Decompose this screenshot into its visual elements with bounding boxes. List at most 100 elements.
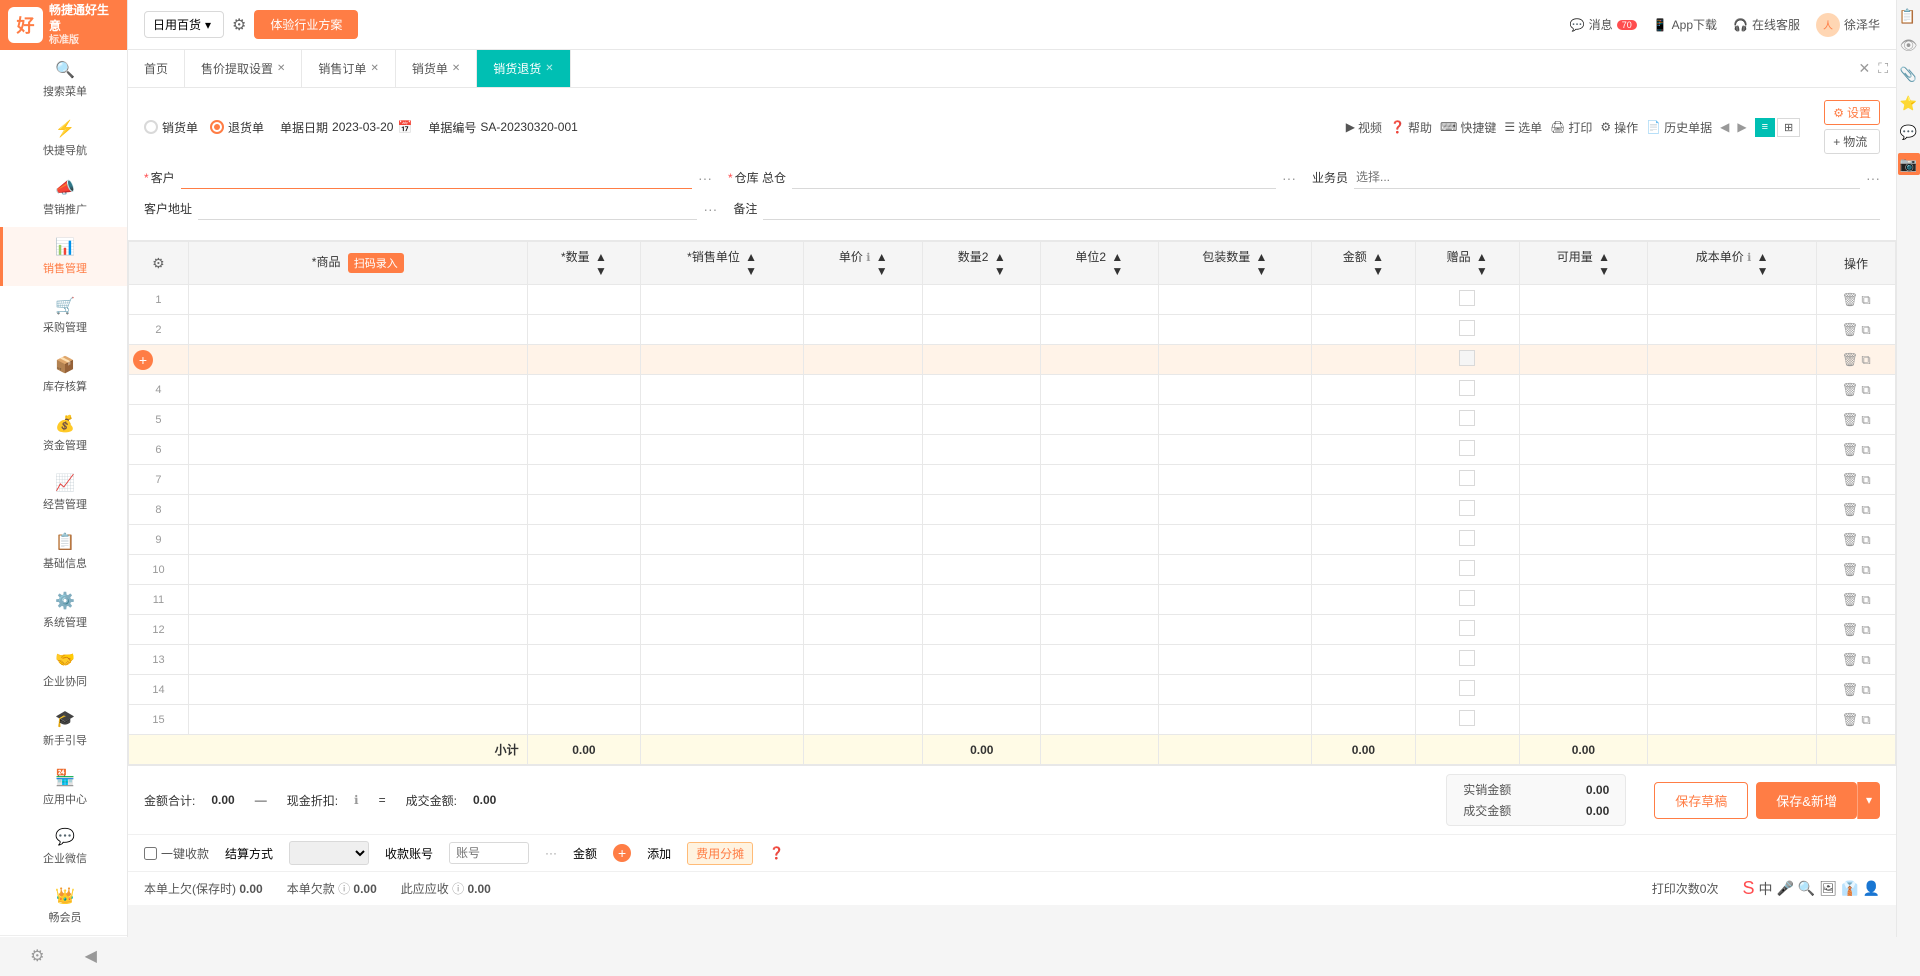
row-gift-cell[interactable] (1415, 405, 1519, 435)
row-unit-price-cell[interactable] (804, 705, 923, 735)
row-pack-qty-cell[interactable] (1158, 315, 1311, 345)
row-pack-qty-cell[interactable] (1158, 495, 1311, 525)
row-qty-cell[interactable] (527, 615, 640, 645)
staff-more-icon[interactable]: ··· (1866, 170, 1880, 186)
delete-row-icon[interactable]: 🗑 (1841, 292, 1858, 307)
row-unit2-cell[interactable] (1041, 285, 1159, 315)
row-product-cell[interactable] (188, 315, 527, 345)
row-unit-price-cell[interactable] (804, 315, 923, 345)
row-available-cell[interactable] (1519, 465, 1648, 495)
row-product-cell[interactable] (188, 405, 527, 435)
row-sales-unit-cell[interactable] (641, 525, 804, 555)
row-available-cell[interactable] (1519, 345, 1648, 375)
row-cost-price-cell[interactable] (1648, 435, 1817, 465)
save-draft-button[interactable]: 保存草稿 (1654, 782, 1748, 819)
row-gift-cell[interactable] (1415, 345, 1519, 375)
row-amount-cell[interactable] (1312, 435, 1416, 465)
tab-sales-bill[interactable]: 销货单 ✕ (396, 50, 477, 87)
row-qty2-cell[interactable] (923, 465, 1041, 495)
row-gift-cell[interactable] (1415, 375, 1519, 405)
unit-price-info-icon[interactable]: ℹ (866, 252, 870, 264)
one-click-collect-checkbox[interactable] (144, 847, 157, 860)
row-product-cell[interactable] (188, 645, 527, 675)
row-cost-price-cell[interactable] (1648, 525, 1817, 555)
sidebar-item-system[interactable]: ⚙️ 系统管理 (0, 581, 127, 640)
gift-checkbox[interactable] (1459, 440, 1475, 456)
row-amount-cell[interactable] (1312, 525, 1416, 555)
delete-row-icon[interactable]: 🗑 (1841, 682, 1858, 697)
row-qty-cell[interactable] (527, 525, 640, 555)
copy-row-icon[interactable]: ⧉ (1861, 652, 1870, 667)
right-panel-icon-6[interactable]: 📷 (1898, 153, 1920, 175)
operation-btn[interactable]: ⚙ 操作 (1600, 119, 1638, 136)
row-qty-cell[interactable] (527, 495, 640, 525)
copy-row-icon[interactable]: ⧉ (1861, 592, 1870, 607)
row-unit2-cell[interactable] (1041, 435, 1159, 465)
gift-checkbox[interactable] (1459, 620, 1475, 636)
row-sales-unit-cell[interactable] (641, 495, 804, 525)
row-pack-qty-cell[interactable] (1158, 615, 1311, 645)
tab-sales-return[interactable]: 销货退货 ✕ (477, 50, 570, 87)
row-product-cell[interactable] (188, 435, 527, 465)
row-unit2-cell[interactable] (1041, 645, 1159, 675)
row-cost-price-cell[interactable] (1648, 555, 1817, 585)
cost-price-info-icon[interactable]: ℹ (1747, 252, 1751, 264)
row-amount-cell[interactable] (1312, 465, 1416, 495)
gift-checkbox[interactable] (1459, 320, 1475, 336)
copy-row-icon[interactable]: ⧉ (1861, 682, 1870, 697)
row-qty-cell[interactable] (527, 345, 640, 375)
row-unit-price-cell[interactable] (804, 285, 923, 315)
industry-select[interactable]: 日用百货 ▾ (144, 11, 224, 38)
sidebar-item-inventory[interactable]: 📦 库存核算 (0, 345, 127, 404)
copy-row-icon[interactable]: ⧉ (1861, 322, 1870, 337)
logistics-btn[interactable]: + 物流 (1824, 129, 1880, 154)
gift-checkbox[interactable] (1459, 350, 1475, 366)
row-available-cell[interactable] (1519, 705, 1648, 735)
row-product-cell[interactable] (188, 525, 527, 555)
tab-sales-order[interactable]: 销售订单 ✕ (302, 50, 395, 87)
calc-method-select[interactable] (289, 841, 369, 865)
gift-checkbox[interactable] (1459, 560, 1475, 576)
row-qty2-cell[interactable] (923, 705, 1041, 735)
row-cost-price-cell[interactable] (1648, 495, 1817, 525)
row-product-cell[interactable] (188, 345, 527, 375)
tab-close-icon[interactable]: ✕ (370, 63, 378, 74)
row-amount-cell[interactable] (1312, 375, 1416, 405)
account-more-icon[interactable]: ··· (545, 846, 557, 860)
row-cost-price-cell[interactable] (1648, 675, 1817, 705)
row-pack-qty-cell[interactable] (1158, 555, 1311, 585)
row-qty-cell[interactable] (527, 645, 640, 675)
right-panel-icon-1[interactable]: 📋 (1901, 8, 1917, 25)
row-unit2-cell[interactable] (1041, 705, 1159, 735)
view-grid-btn[interactable]: ⊞ (1777, 118, 1800, 137)
row-product-cell[interactable] (188, 675, 527, 705)
row-pack-qty-cell[interactable] (1158, 675, 1311, 705)
row-amount-cell[interactable] (1312, 615, 1416, 645)
row-qty2-cell[interactable] (923, 405, 1041, 435)
row-sales-unit-cell[interactable] (641, 615, 804, 645)
row-qty-cell[interactable] (527, 375, 640, 405)
row-gift-cell[interactable] (1415, 645, 1519, 675)
row-available-cell[interactable] (1519, 405, 1648, 435)
gift-checkbox[interactable] (1459, 680, 1475, 696)
row-sales-unit-cell[interactable] (641, 585, 804, 615)
address-input[interactable] (198, 197, 697, 220)
row-unit-price-cell[interactable] (804, 495, 923, 525)
sidebar-item-enterprise[interactable]: 🤝 企业协同 (0, 640, 127, 699)
staff-input[interactable] (1354, 166, 1860, 189)
right-panel-icon-5[interactable]: 💬 (1900, 124, 1917, 141)
right-panel-icon-2[interactable]: 👁 (1900, 37, 1918, 54)
row-qty2-cell[interactable] (923, 645, 1041, 675)
customer-input[interactable] (181, 166, 692, 189)
row-pack-qty-cell[interactable] (1158, 705, 1311, 735)
row-available-cell[interactable] (1519, 615, 1648, 645)
delete-row-icon[interactable]: 🗑 (1841, 352, 1858, 367)
row-qty2-cell[interactable] (923, 495, 1041, 525)
delete-row-icon[interactable]: 🗑 (1841, 412, 1858, 427)
row-amount-cell[interactable] (1312, 315, 1416, 345)
row-pack-qty-cell[interactable] (1158, 525, 1311, 555)
sidebar-item-appstore[interactable]: 🏪 应用中心 (0, 758, 127, 817)
sidebar-item-purchase[interactable]: 🛒 采购管理 (0, 286, 127, 345)
row-cost-price-cell[interactable] (1648, 285, 1817, 315)
sidebar-item-sales[interactable]: 📊 销售管理 (0, 227, 127, 286)
